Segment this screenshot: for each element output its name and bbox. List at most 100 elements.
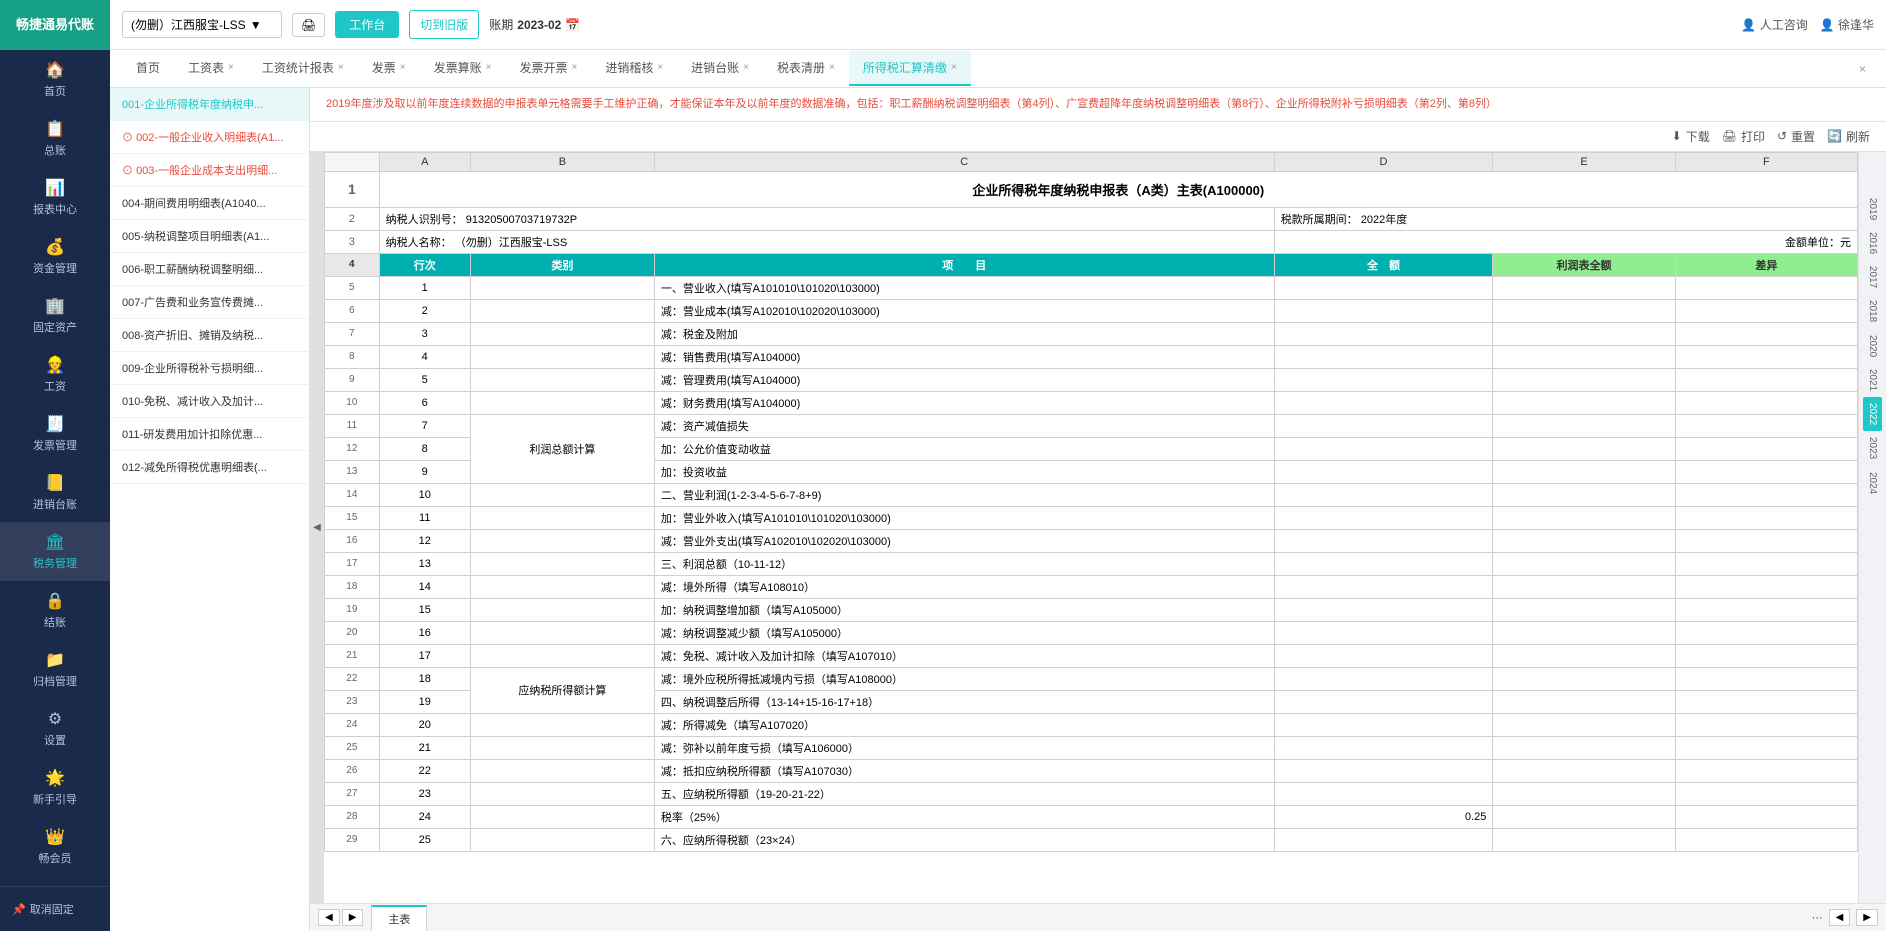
left-panel-item-007[interactable]: 007-广告费和业务宣传费摊... [110, 286, 309, 319]
warning-bar: 2019年度涉及取以前年度连续数据的申报表单元格需要手工维护正确，才能保证本年及… [310, 88, 1886, 122]
collapse-button[interactable]: ◀ [310, 152, 324, 904]
table-row: 16 12 减：营业外支出(填写A102010\102020\103000) [325, 529, 1858, 552]
company-selector[interactable]: (勿删）江西服宝-LSS ▼ [122, 11, 282, 38]
tab-tax-schedule[interactable]: 税表清册 × [763, 51, 849, 86]
sheet-main[interactable]: A B C D E F 1 企业所 [324, 152, 1858, 904]
left-panel-item-001[interactable]: 001-企业所得税年度纳税申... [110, 88, 309, 121]
reset-button[interactable]: ↺ 重置 [1777, 128, 1815, 145]
col-leibie-header: 类别 [470, 253, 654, 276]
left-panel-item-006[interactable]: 006-职工薪酬纳税调整明细... [110, 253, 309, 286]
year-2020[interactable]: 2020 [1863, 329, 1882, 363]
sheet-toolbar: ⬇ 下载 🖨 打印 ↺ 重置 🔄 刷新 [310, 122, 1886, 152]
sheet-tabs: ◀ ▶ 主表 ⋯ ◀ ▶ [310, 903, 1886, 931]
left-panel-item-002[interactable]: ⊙ 002-一般企业收入明细表(A1... [110, 121, 309, 154]
year-2021[interactable]: 2021 [1863, 363, 1882, 397]
sidebar-item-report-center[interactable]: 📊 报表中心 [0, 168, 110, 227]
switch-button[interactable]: 切到旧版 [409, 10, 479, 39]
scroll-left-btn[interactable]: ◀ [1829, 909, 1851, 926]
tab-payroll-report-close[interactable]: × [338, 62, 344, 73]
tab-income-tax-close[interactable]: × [951, 62, 957, 73]
sidebar-label-new-guide: 新手引导 [33, 791, 77, 807]
year-2016[interactable]: 2016 [1863, 226, 1882, 260]
nav-arrows: ◀ ▶ [318, 909, 363, 926]
left-panel-item-005[interactable]: 005-纳税调整项目明细表(A1... [110, 220, 309, 253]
sidebar-item-invoice-mgmt[interactable]: 🧾 发票管理 [0, 404, 110, 463]
sidebar-item-settings[interactable]: ⚙ 设置 [0, 699, 110, 758]
sidebar-item-new-guide[interactable]: 🌟 新手引导 [0, 758, 110, 817]
workbench-button[interactable]: 工作台 [335, 11, 399, 38]
year-2022[interactable]: 2022 [1863, 397, 1882, 431]
sidebar-item-fund-mgmt[interactable]: 💰 资金管理 [0, 227, 110, 286]
sidebar-item-home[interactable]: 🏠 首页 [0, 50, 110, 109]
tab-payroll-close[interactable]: × [228, 62, 234, 73]
year-2024[interactable]: 2024 [1863, 466, 1882, 500]
left-panel-item-008[interactable]: 008-资产折旧、摊销及纳税... [110, 319, 309, 352]
left-panel-item-003[interactable]: ⊙ 003-一般企业成本支出明细... [110, 154, 309, 187]
left-panel-item-012[interactable]: 012-减免所得税优惠明细表(... [110, 451, 309, 484]
left-panel-item-010[interactable]: 010-免税、减计收入及加计... [110, 385, 309, 418]
tab-payroll[interactable]: 工资表 × [174, 51, 248, 86]
tab-sales-ledger-label: 进销台账 [691, 59, 739, 76]
sidebar-item-general-ledger[interactable]: 📋 总账 [0, 109, 110, 168]
table-row: 25 21 减：弥补以前年度亏损（填写A106000） [325, 736, 1858, 759]
table-row: 18 14 减：境外所得（填写A108010） [325, 575, 1858, 598]
sheet-tab-main[interactable]: 主表 [371, 905, 427, 931]
tab-home-label: 首页 [136, 59, 160, 76]
download-button[interactable]: ⬇ 下载 [1672, 128, 1710, 145]
service-btn[interactable]: 👤 人工咨询 [1741, 16, 1807, 33]
table-header-row: 4 行次 类别 项 目 全 额 利润表全额 差异 [325, 253, 1858, 276]
year-2019[interactable]: 2019 [1863, 192, 1882, 226]
print-icon-btn[interactable]: 🖨 [292, 13, 325, 37]
sidebar-item-fixed-assets[interactable]: 🏢 固定资产 [0, 286, 110, 345]
tab-payroll-report[interactable]: 工资统计报表 × [248, 51, 358, 86]
app-logo: 畅捷通易代账 [0, 0, 110, 50]
tab-invoice-close[interactable]: × [400, 62, 406, 73]
sidebar-label-settings: 设置 [44, 732, 66, 748]
sidebar-label-closing: 结账 [44, 614, 66, 630]
tab-invoice-open-close[interactable]: × [571, 62, 577, 73]
left-panel-item-009[interactable]: 009-企业所得税补亏损明细... [110, 352, 309, 385]
year-2018[interactable]: 2018 [1863, 294, 1882, 328]
tab-sales-check-close[interactable]: × [657, 62, 663, 73]
tab-invoice-calc[interactable]: 发票算账 × [420, 51, 506, 86]
refresh-icon: 🔄 [1827, 129, 1842, 143]
tab-invoice-label: 发票 [372, 59, 396, 76]
sidebar-label-home: 首页 [44, 83, 66, 99]
calendar-icon[interactable]: 📅 [565, 18, 580, 32]
user-info: 👤 徐逢华 [1820, 16, 1874, 33]
sidebar-label-member: 畅会员 [39, 850, 72, 866]
member-icon: 👑 [45, 827, 65, 847]
unpin-button[interactable]: 📌 取消固定 [4, 895, 106, 923]
refresh-button[interactable]: 🔄 刷新 [1827, 128, 1870, 145]
sidebar-item-member[interactable]: 👑 畅会员 [0, 817, 110, 876]
prev-tab-btn[interactable]: ◀ [318, 909, 340, 926]
year-2017[interactable]: 2017 [1863, 260, 1882, 294]
reset-icon: ↺ [1777, 129, 1787, 143]
left-panel-item-004[interactable]: 004-期间费用明细表(A1040... [110, 187, 309, 220]
tab-invoice[interactable]: 发票 × [358, 51, 420, 86]
print-button[interactable]: 🖨 打印 [1722, 128, 1765, 145]
spreadsheet-table: A B C D E F 1 企业所 [324, 152, 1858, 852]
sidebar-item-payroll[interactable]: 👷 工资 [0, 345, 110, 404]
sidebar-item-archive[interactable]: 📁 归档管理 [0, 640, 110, 699]
table-row: 3 纳税人名称： （勿删）江西服宝-LSS 金额单位：元 [325, 230, 1858, 253]
tab-invoice-calc-close[interactable]: × [486, 62, 492, 73]
main-close-btn[interactable]: × [1851, 58, 1874, 80]
left-panel-item-011[interactable]: 011-研发费用加计扣除优惠... [110, 418, 309, 451]
sidebar-item-sales-ledger[interactable]: 📒 进销台账 [0, 463, 110, 522]
tab-sales-ledger[interactable]: 进销台账 × [677, 51, 763, 86]
tab-sales-ledger-close[interactable]: × [743, 62, 749, 73]
tab-home[interactable]: 首页 [122, 51, 174, 86]
tab-invoice-open[interactable]: 发票开票 × [505, 51, 591, 86]
tab-tax-schedule-close[interactable]: × [829, 62, 835, 73]
next-tab-btn[interactable]: ▶ [342, 909, 364, 926]
status-dots: ⋯ [1812, 911, 1823, 924]
table-row: 15 11 加：营业外收入(填写A101010\101020\103000) [325, 506, 1858, 529]
year-2023[interactable]: 2023 [1863, 431, 1882, 465]
tab-sales-check[interactable]: 进销稽核 × [591, 51, 677, 86]
scroll-right-btn[interactable]: ▶ [1856, 909, 1878, 926]
sidebar-item-closing[interactable]: 🔒 结账 [0, 581, 110, 640]
tab-income-tax[interactable]: 所得税汇算清缴 × [849, 51, 971, 86]
sidebar-item-tax-mgmt[interactable]: 🏛 税务管理 [0, 522, 110, 581]
table-row: 24 20 减：所得减免（填写A107020） [325, 713, 1858, 736]
